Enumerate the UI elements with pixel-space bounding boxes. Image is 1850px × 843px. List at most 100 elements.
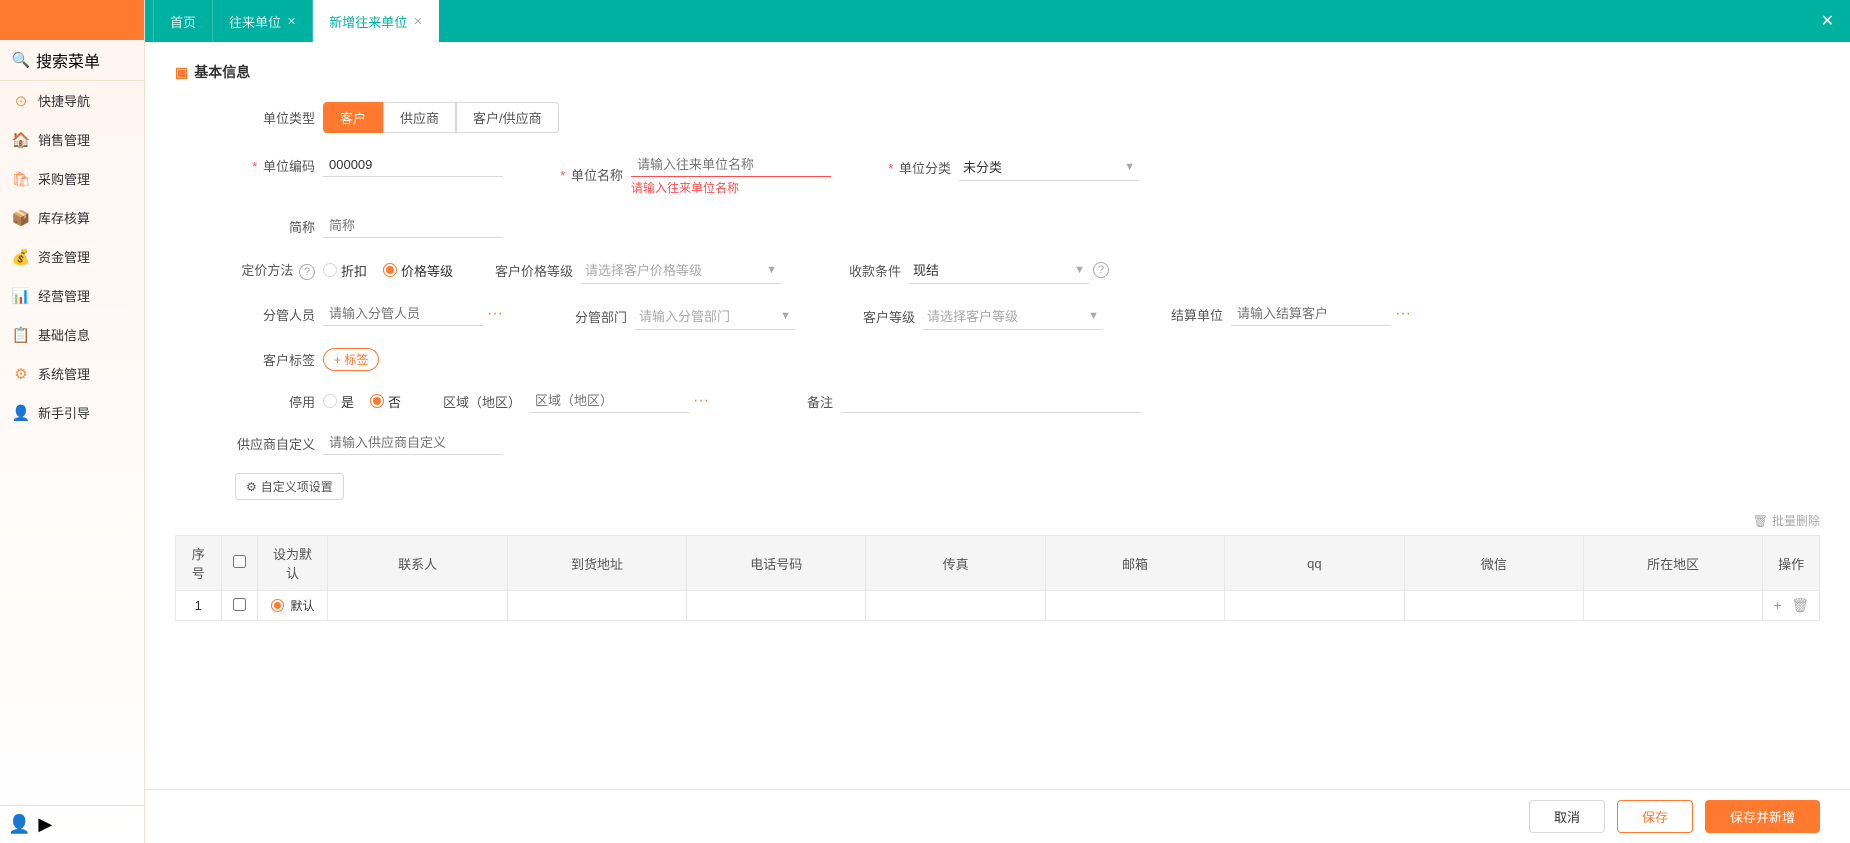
qq-input[interactable] [1243, 598, 1386, 613]
batch-delete-button[interactable]: 🗑 批量删除 [1753, 512, 1820, 529]
manager-input[interactable] [323, 302, 483, 326]
row-region-input[interactable] [1602, 598, 1745, 613]
settlement-unit-label: 结算单位 [1143, 305, 1223, 324]
custom-settings-button[interactable]: ⚙ 自定义项设置 [235, 473, 344, 500]
payment-terms-help-icon[interactable]: ? [1093, 262, 1109, 278]
short-name-input[interactable] [323, 214, 503, 238]
disabled-no-dot [373, 397, 381, 405]
col-seq: 序号 [176, 536, 222, 591]
tab-partner-list[interactable]: 往来单位 ✕ [213, 0, 313, 42]
supplier-custom-input[interactable] [323, 431, 503, 455]
cell-email[interactable] [1045, 591, 1224, 621]
save-new-button[interactable]: 保存并新增 [1705, 800, 1820, 833]
customer-price-level-label: 客户价格等级 [493, 261, 573, 280]
payment-terms-select[interactable]: 现结 ▼ [909, 256, 1089, 284]
tab-partner-list-close[interactable]: ✕ [287, 15, 296, 28]
department-select[interactable]: 请输入分管部门 ▼ [635, 302, 795, 330]
sidebar-item-quick-nav[interactable]: ⊙ 快捷导航 [0, 81, 144, 120]
short-name-label: 简称 [235, 217, 315, 236]
customer-price-level-select[interactable]: 请选择客户价格等级 ▼ [581, 256, 781, 284]
col-region: 所在地区 [1584, 536, 1763, 591]
customer-level-select[interactable]: 请选择客户等级 ▼ [923, 302, 1103, 330]
row-del-button[interactable]: 🗑 [1791, 597, 1809, 613]
cell-wechat[interactable] [1404, 591, 1583, 621]
unit-btn-both[interactable]: 客户/供应商 [456, 102, 559, 133]
disabled-yes-radio[interactable]: 是 [323, 392, 354, 411]
unit-name-field: * 单位名称 请输入往来单位名称 [543, 153, 831, 196]
cell-fax[interactable] [866, 591, 1045, 621]
department-field: 分管部门 请输入分管部门 ▼ [547, 302, 795, 330]
disabled-row: 停用 是 否 区域（地区） [235, 389, 1820, 413]
sidebar-item-purchase[interactable]: 🛍 采购管理 [0, 159, 144, 198]
unit-name-input[interactable] [631, 153, 831, 177]
pricing-method-help-icon[interactable]: ? [299, 264, 315, 280]
sidebar-user-icon[interactable]: 👤 [8, 814, 30, 835]
pricing-method-field: 定价方法 ? 折扣 价格等级 [235, 260, 453, 280]
custom-settings-gear-icon: ⚙ [246, 480, 257, 494]
save-button[interactable]: 保存 [1617, 800, 1693, 833]
tab-new-partner-close[interactable]: ✕ [413, 15, 422, 28]
disabled-no-label: 否 [388, 392, 401, 411]
sidebar-item-finance[interactable]: 💰 资金管理 [0, 237, 144, 276]
unit-code-label: * 单位编码 [235, 156, 315, 175]
tab-new-partner-label: 新增往来单位 [329, 12, 407, 31]
manager-dots-btn[interactable]: ··· [483, 305, 507, 323]
sidebar-item-base-info[interactable]: 📋 基础信息 [0, 315, 144, 354]
region-input[interactable] [529, 389, 689, 413]
pricing-discount-radio[interactable]: 折扣 [323, 261, 367, 280]
sidebar-item-guide[interactable]: 👤 新手引导 [0, 393, 144, 432]
tab-home[interactable]: 首页 [153, 0, 213, 42]
table-row: 1 默认 [176, 591, 1820, 621]
pricing-level-radio[interactable]: 价格等级 [383, 261, 453, 280]
pricing-method-label: 定价方法 ? [235, 260, 315, 280]
sidebar-item-system[interactable]: ⚙ 系统管理 [0, 354, 144, 393]
unit-btn-customer[interactable]: 客户 [323, 102, 383, 133]
unit-category-chevron: ▼ [1124, 161, 1135, 173]
cell-checkbox [221, 591, 257, 621]
sidebar-item-sales[interactable]: 🏠 销售管理 [0, 120, 144, 159]
unit-code-input[interactable] [323, 153, 503, 177]
pricing-discount-circle [323, 263, 337, 277]
cell-row-region[interactable] [1584, 591, 1763, 621]
address-input[interactable] [526, 598, 669, 613]
disabled-label: 停用 [235, 392, 315, 411]
customer-price-level-placeholder: 请选择客户价格等级 [585, 260, 762, 279]
sidebar-item-operations[interactable]: 📊 经营管理 [0, 276, 144, 315]
email-input[interactable] [1064, 598, 1207, 613]
row-add-button[interactable]: + [1773, 597, 1781, 613]
region-dots-btn[interactable]: ··· [689, 392, 713, 410]
disabled-no-radio[interactable]: 否 [370, 392, 401, 411]
sidebar-expand-icon[interactable]: ▶ [38, 814, 52, 835]
wechat-input[interactable] [1423, 598, 1566, 613]
unit-category-select[interactable]: 未分类 ▼ [959, 153, 1139, 181]
table-header-row: 序号 设为默认 联系人 到货地址 电话号码 传真 邮箱 qq 微信 所在地区 操… [176, 536, 1820, 591]
tab-new-partner[interactable]: 新增往来单位 ✕ [313, 0, 439, 42]
default-radio[interactable]: 默认 [268, 597, 318, 614]
payment-terms-chevron: ▼ [1074, 264, 1085, 276]
col-address: 到货地址 [507, 536, 686, 591]
remark-input[interactable] [841, 389, 1141, 413]
tab-home-label: 首页 [170, 12, 196, 31]
phone-input[interactable] [705, 598, 848, 613]
settlement-unit-dots-btn[interactable]: ··· [1391, 305, 1415, 323]
cell-qq[interactable] [1225, 591, 1405, 621]
contact-input[interactable] [346, 598, 489, 613]
sidebar-item-inventory[interactable]: 📦 库存核算 [0, 198, 144, 237]
select-all-checkbox[interactable] [233, 555, 246, 568]
default-dot [274, 602, 281, 609]
inventory-icon: 📦 [12, 209, 30, 227]
fax-input[interactable] [884, 598, 1027, 613]
tab-bar-close-all[interactable]: ✕ [1813, 11, 1842, 31]
pricing-row: 定价方法 ? 折扣 价格等级 [235, 256, 1820, 284]
tab-partner-list-label: 往来单位 [229, 12, 281, 31]
row-checkbox[interactable] [233, 598, 246, 611]
cell-phone[interactable] [687, 591, 866, 621]
settlement-unit-input[interactable] [1231, 302, 1391, 326]
cell-address[interactable] [507, 591, 686, 621]
cell-contact[interactable] [328, 591, 507, 621]
unit-code-field: * 单位编码 [235, 153, 503, 177]
sidebar-item-search[interactable]: 🔍 搜索菜单 [0, 40, 144, 81]
unit-btn-supplier[interactable]: 供应商 [383, 102, 456, 133]
add-tag-button[interactable]: + 标签 [323, 348, 379, 371]
cancel-button[interactable]: 取消 [1529, 800, 1605, 833]
